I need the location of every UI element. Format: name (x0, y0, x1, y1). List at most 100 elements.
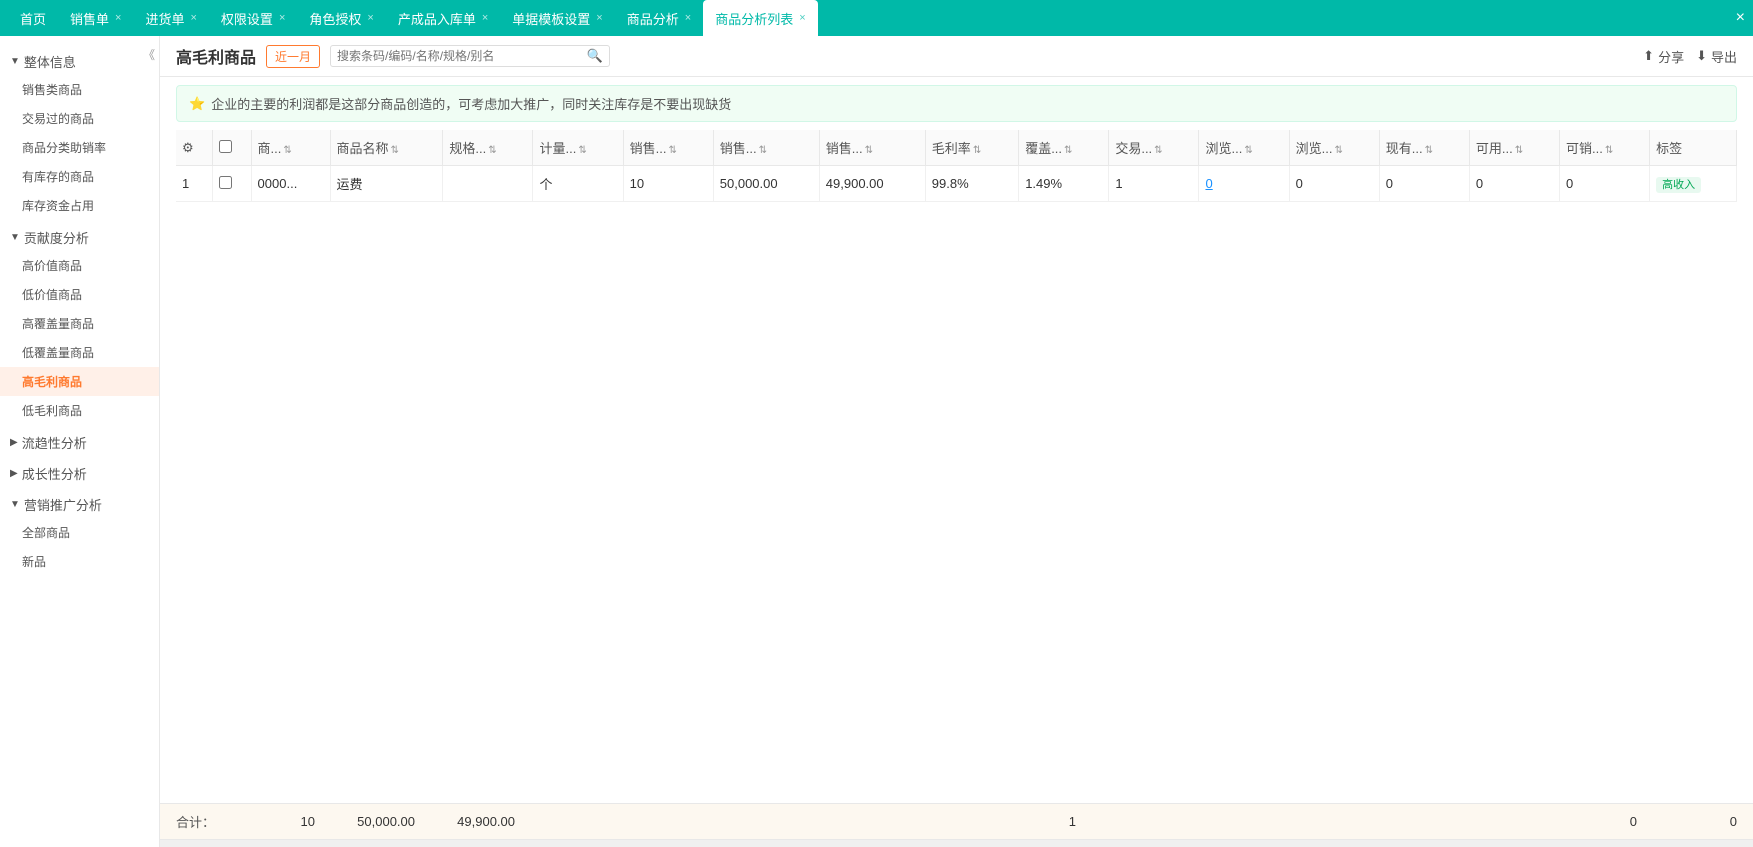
content-header: 高毛利商品 近一月 🔍 ⬆ 分享 ⬇ 导出 (160, 36, 1753, 77)
info-icon: ⭐ (189, 96, 205, 112)
row-saleable-stock: 0 (1560, 166, 1650, 202)
col-header-saleable_stock[interactable]: 可销...⇅ (1560, 130, 1650, 166)
row-spec (443, 166, 533, 202)
info-banner: ⭐ 企业的主要的利润都是这部分商品创造的，可考虑加大推广，同时关注库存是不要出现… (176, 85, 1737, 122)
nav-tab-销售单[interactable]: 销售单 × (58, 0, 133, 36)
tab-close-icon[interactable]: × (799, 12, 805, 24)
page-title: 高毛利商品 (176, 44, 256, 68)
sort-icon: ⇅ (973, 145, 981, 156)
row-current-stock: 0 (1379, 166, 1469, 202)
sidebar-item-高价值商品[interactable]: 高价值商品 (0, 251, 159, 280)
row-trade: 1 (1109, 166, 1199, 202)
sidebar-item-销售类商品[interactable]: 销售类商品 (0, 75, 159, 104)
col-header-sale_profit[interactable]: 销售...⇅ (819, 130, 925, 166)
footer-sale-amount: 50,000.00 (335, 814, 415, 829)
group-label: 营销推广分析 (24, 495, 102, 514)
col-header-view2[interactable]: 浏览...⇅ (1289, 130, 1379, 166)
col-header-coverage[interactable]: 覆盖...⇅ (1019, 130, 1109, 166)
sidebar-item-高毛利商品[interactable]: 高毛利商品 (0, 367, 159, 396)
sort-icon: ⇅ (1334, 145, 1342, 156)
sidebar-collapse-button[interactable]: 《 (139, 44, 159, 64)
tab-close-icon[interactable]: × (482, 12, 488, 24)
tab-close-icon[interactable]: × (685, 12, 691, 24)
tab-close-icon[interactable]: × (596, 12, 602, 24)
close-all-button[interactable]: × (1736, 9, 1745, 27)
sort-icon: ⇅ (1515, 145, 1523, 156)
view1-link[interactable]: 0 (1205, 176, 1212, 191)
nav-tab-产成品入库单[interactable]: 产成品入库单 × (386, 0, 500, 36)
nav-tab-首页[interactable]: 首页 (8, 0, 58, 36)
row-view1: 0 (1199, 166, 1289, 202)
content-area: 高毛利商品 近一月 🔍 ⬆ 分享 ⬇ 导出 ⭐ 企业的主要的利润都是这部分商品创… (160, 36, 1753, 847)
nav-tab-商品分析[interactable]: 商品分析 × (615, 0, 703, 36)
tab-close-icon[interactable]: × (190, 12, 196, 24)
sidebar-group-整体信息[interactable]: ▼整体信息 (0, 44, 159, 75)
sidebar-item-库存资金占用[interactable]: 库存资金占用 (0, 191, 159, 220)
sidebar-group-营销推广分析[interactable]: ▼营销推广分析 (0, 487, 159, 518)
nav-tab-权限设置[interactable]: 权限设置 × (209, 0, 297, 36)
time-filter-button[interactable]: 近一月 (266, 45, 320, 68)
sidebar-item-高覆盖量商品[interactable]: 高覆盖量商品 (0, 309, 159, 338)
share-label: 分享 (1658, 47, 1684, 66)
col-header-available_stock[interactable]: 可用...⇅ (1469, 130, 1559, 166)
nav-tab-进货单[interactable]: 进货单 × (133, 0, 208, 36)
col-header-trade[interactable]: 交易...⇅ (1109, 130, 1199, 166)
row-checkbox-input[interactable] (219, 176, 232, 189)
tag-badge: 高收入 (1656, 177, 1701, 193)
sort-icon: ⇅ (668, 145, 676, 156)
col-header-spec[interactable]: 规格...⇅ (443, 130, 533, 166)
table-row: 10000...运费个1050,000.0049,900.0099.8%1.49… (176, 166, 1737, 202)
info-banner-text: 企业的主要的利润都是这部分商品创造的，可考虑加大推广，同时关注库存是不要出现缺货 (211, 94, 731, 113)
col-header-current_stock[interactable]: 现有...⇅ (1379, 130, 1469, 166)
row-view2: 0 (1289, 166, 1379, 202)
tab-close-icon[interactable]: × (115, 12, 121, 24)
bottom-scrollbar[interactable] (160, 839, 1753, 847)
export-button[interactable]: ⬇ 导出 (1696, 47, 1737, 66)
col-header-settings: ⚙ (176, 130, 212, 166)
row-name: 运费 (330, 166, 443, 202)
col-header-name[interactable]: 商品名称⇅ (330, 130, 443, 166)
row-available-stock: 0 (1469, 166, 1559, 202)
sidebar-item-新品[interactable]: 新品 (0, 547, 159, 576)
sidebar-item-商品分类助销率[interactable]: 商品分类助销率 (0, 133, 159, 162)
nav-tab-单据模板设置[interactable]: 单据模板设置 × (500, 0, 614, 36)
share-button[interactable]: ⬆ 分享 (1643, 47, 1684, 66)
col-header-margin_rate[interactable]: 毛利率⇅ (925, 130, 1018, 166)
sidebar-item-低覆盖量商品[interactable]: 低覆盖量商品 (0, 338, 159, 367)
search-input[interactable] (337, 49, 587, 63)
sort-icon: ⇅ (1425, 145, 1433, 156)
data-table: ⚙商...⇅商品名称⇅规格...⇅计量...⇅销售...⇅销售...⇅销售...… (176, 130, 1737, 202)
col-header-unit[interactable]: 计量...⇅ (533, 130, 623, 166)
sidebar-item-交易过的商品[interactable]: 交易过的商品 (0, 104, 159, 133)
sort-icon: ⇅ (1154, 145, 1162, 156)
footer-current-stock: 0 (1557, 814, 1637, 829)
col-header-view1[interactable]: 浏览...⇅ (1199, 130, 1289, 166)
tab-close-icon[interactable]: × (279, 12, 285, 24)
sidebar-group-成长性分析[interactable]: ▶成长性分析 (0, 456, 159, 487)
col-header-sale_amount[interactable]: 销售...⇅ (713, 130, 819, 166)
sidebar-item-低毛利商品[interactable]: 低毛利商品 (0, 396, 159, 425)
footer-trade: 1 (996, 814, 1076, 829)
search-icon[interactable]: 🔍 (587, 48, 603, 64)
sidebar-item-有库存的商品[interactable]: 有库存的商品 (0, 162, 159, 191)
settings-icon[interactable]: ⚙ (182, 140, 194, 155)
nav-tab-商品分析列表[interactable]: 商品分析列表 × (703, 0, 817, 36)
row-sale-qty: 10 (623, 166, 713, 202)
sidebar-item-低价值商品[interactable]: 低价值商品 (0, 280, 159, 309)
group-arrow-icon: ▶ (10, 437, 18, 448)
sort-icon: ⇅ (1244, 145, 1252, 156)
sidebar-group-贡献度分析[interactable]: ▼贡献度分析 (0, 220, 159, 251)
col-header-sale_qty[interactable]: 销售...⇅ (623, 130, 713, 166)
sidebar: 《 ▼整体信息销售类商品交易过的商品商品分类助销率有库存的商品库存资金占用▼贡献… (0, 36, 160, 847)
nav-tab-角色授权[interactable]: 角色授权 × (297, 0, 385, 36)
group-label: 整体信息 (24, 52, 76, 71)
table-footer: 合计： 10 50,000.00 49,900.00 1 0 0 (160, 803, 1753, 839)
sidebar-group-流趋性分析[interactable]: ▶流趋性分析 (0, 425, 159, 456)
col-header-code[interactable]: 商...⇅ (251, 130, 330, 166)
main-layout: 《 ▼整体信息销售类商品交易过的商品商品分类助销率有库存的商品库存资金占用▼贡献… (0, 36, 1753, 847)
footer-label: 合计： (176, 812, 215, 831)
tab-close-icon[interactable]: × (367, 12, 373, 24)
sidebar-item-全部商品[interactable]: 全部商品 (0, 518, 159, 547)
select-all-checkbox[interactable] (219, 140, 232, 153)
footer-available-stock: 0 (1657, 814, 1737, 829)
